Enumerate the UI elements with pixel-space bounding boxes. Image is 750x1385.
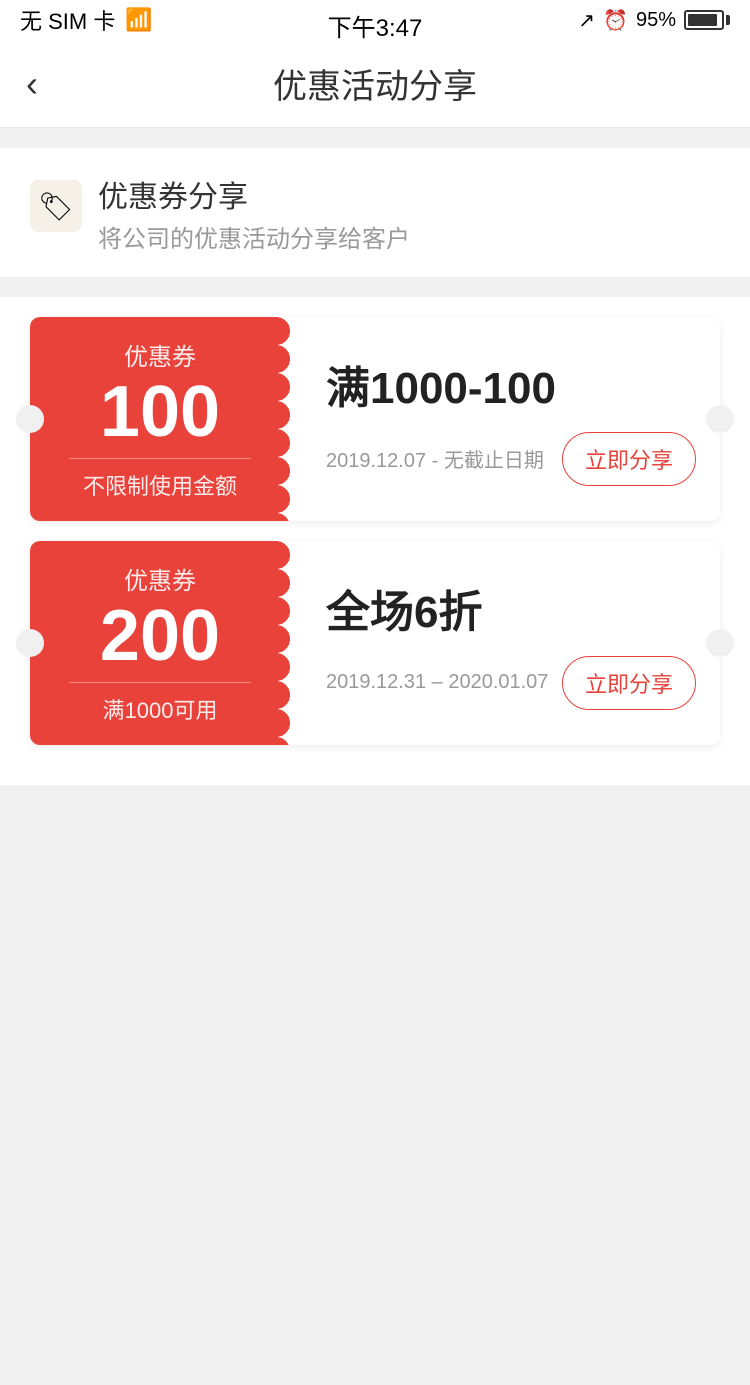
coupon-date-row-1: 2019.12.07 - 无截止日期 立即分享 (326, 432, 696, 486)
coupon-left-2: 优惠券 200 满1000可用 (30, 541, 290, 745)
coupon-value-2: 200 (100, 600, 220, 672)
coupon-left-1: 优惠券 100 不限制使用金额 (30, 317, 290, 521)
coupon-date-row-2: 2019.12.31 – 2020.01.07 立即分享 (326, 656, 696, 710)
coupon-name-2: 全场6折 (326, 576, 696, 640)
page-title: 优惠活动分享 (273, 59, 477, 108)
coupon-notch-left-1 (16, 405, 44, 433)
coupon-value-1: 100 (100, 376, 220, 448)
battery-percentage: 95% (636, 9, 676, 32)
coupon-label-2: 优惠券 (124, 561, 196, 596)
coupon-notch-right-2 (706, 629, 734, 657)
coupon-right-2: 全场6折 2019.12.31 – 2020.01.07 立即分享 (290, 541, 720, 745)
coupon-condition-1: 不限制使用金额 (83, 469, 237, 501)
section-icon: 🏷 (30, 180, 82, 232)
wifi-icon: 📶 (125, 7, 152, 33)
page-background (0, 785, 750, 1385)
location-icon: ↗ (578, 8, 595, 33)
back-button[interactable]: ‹ (26, 63, 38, 105)
status-time: 下午3:47 (328, 8, 423, 43)
coupon-item-1: 优惠券 100 不限制使用金额 满1000-100 2019.12.07 - 无… (30, 317, 720, 521)
battery-icon (684, 10, 730, 30)
carrier-text: 无 SIM 卡 (20, 4, 115, 36)
section-text: 优惠券分享 将公司的优惠活动分享给客户 (98, 178, 410, 257)
coupon-divider-1 (69, 458, 251, 459)
section-subtitle: 将公司的优惠活动分享给客户 (98, 223, 410, 257)
alarm-icon: ⏰ (603, 8, 628, 33)
status-left: 无 SIM 卡 📶 (20, 4, 153, 36)
coupon-label-1: 优惠券 (124, 337, 196, 372)
status-right: ↗ ⏰ 95% (578, 8, 730, 33)
coupon-icon: 🏷 (38, 190, 74, 223)
coupon-notch-right-1 (706, 405, 734, 433)
coupon-name-1: 满1000-100 (326, 352, 696, 416)
status-bar: 无 SIM 卡 📶 下午3:47 ↗ ⏰ 95% (0, 0, 750, 40)
coupon-share-button-1[interactable]: 立即分享 (562, 432, 696, 486)
coupon-list: 优惠券 100 不限制使用金额 满1000-100 2019.12.07 - 无… (0, 297, 750, 785)
coupon-divider-2 (69, 682, 251, 683)
section-title: 优惠券分享 (98, 178, 410, 217)
coupon-item-2: 优惠券 200 满1000可用 全场6折 2019.12.31 – 2020.0… (30, 541, 720, 745)
coupon-share-button-2[interactable]: 立即分享 (562, 656, 696, 710)
coupon-notch-left-2 (16, 629, 44, 657)
nav-bar: ‹ 优惠活动分享 (0, 40, 750, 128)
coupon-date-1: 2019.12.07 - 无截止日期 (326, 444, 552, 473)
coupon-date-2: 2019.12.31 – 2020.01.07 (326, 671, 552, 694)
back-arrow-icon: ‹ (26, 63, 38, 105)
section-header: 🏷 优惠券分享 将公司的优惠活动分享给客户 (0, 148, 750, 277)
coupon-condition-2: 满1000可用 (103, 693, 218, 725)
coupon-right-1: 满1000-100 2019.12.07 - 无截止日期 立即分享 (290, 317, 720, 521)
